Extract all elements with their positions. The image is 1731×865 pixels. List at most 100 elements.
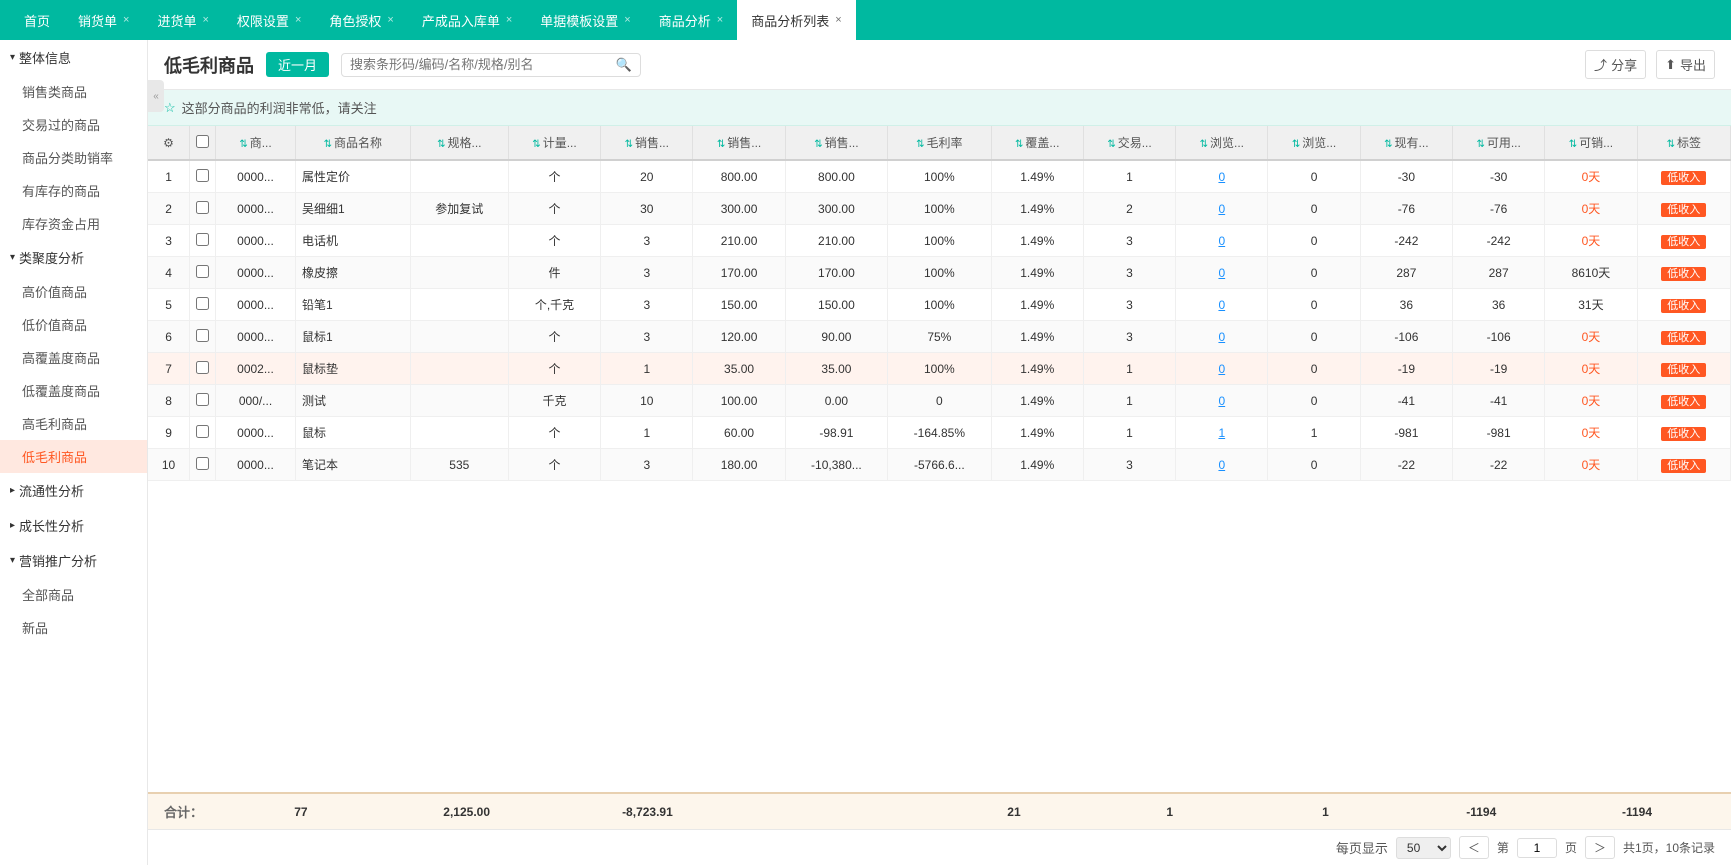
sort-icon[interactable]: ⇅ bbox=[324, 139, 332, 150]
row-checkbox-cell[interactable] bbox=[190, 321, 216, 353]
nav-template[interactable]: 单据模板设置 × bbox=[526, 0, 644, 40]
sidebar-item-inventory-fund[interactable]: 库存资金占用 bbox=[0, 207, 147, 240]
sidebar-item-low-margin[interactable]: 低毛利商品 bbox=[0, 440, 147, 473]
nav-close-icon[interactable]: × bbox=[717, 14, 723, 26]
row-checkbox[interactable] bbox=[196, 361, 209, 374]
nav-permission[interactable]: 权限设置 × bbox=[223, 0, 315, 40]
table-row: 1 0000... 属性定价 个 20 800.00 800.00 100% 1… bbox=[148, 160, 1731, 193]
sort-icon[interactable]: ⇅ bbox=[916, 139, 924, 150]
row-checkbox[interactable] bbox=[196, 233, 209, 246]
search-icon[interactable]: 🔍 bbox=[616, 57, 632, 73]
sidebar-item-high-coverage[interactable]: 高覆盖度商品 bbox=[0, 341, 147, 374]
sort-icon[interactable]: ⇅ bbox=[625, 139, 633, 150]
sort-icon[interactable]: ⇅ bbox=[717, 139, 725, 150]
row-checkbox-cell[interactable] bbox=[190, 385, 216, 417]
sort-icon[interactable]: ⇅ bbox=[1292, 139, 1300, 150]
row-view1[interactable]: 0 bbox=[1176, 321, 1268, 353]
row-view1[interactable]: 1 bbox=[1176, 417, 1268, 449]
row-coverage: 1.49% bbox=[991, 257, 1083, 289]
nav-home[interactable]: 首页 bbox=[10, 0, 64, 40]
date-filter-button[interactable]: 近一月 bbox=[266, 52, 329, 77]
prev-page-button[interactable]: ＜ bbox=[1459, 836, 1489, 859]
per-page-select[interactable]: 50 100 bbox=[1396, 837, 1451, 859]
sort-icon[interactable]: ⇅ bbox=[1015, 139, 1023, 150]
sort-icon[interactable]: ⇅ bbox=[239, 139, 247, 150]
row-view1[interactable]: 0 bbox=[1176, 160, 1268, 193]
nav-close-icon[interactable]: × bbox=[123, 14, 129, 26]
share-button[interactable]: ⤴ 分享 bbox=[1585, 50, 1646, 79]
nav-sales[interactable]: 销货单 × bbox=[64, 0, 143, 40]
sidebar-item-new-products[interactable]: 新品 bbox=[0, 611, 147, 644]
row-checkbox-cell[interactable] bbox=[190, 257, 216, 289]
sort-icon[interactable]: ⇅ bbox=[1107, 139, 1115, 150]
row-view1[interactable]: 0 bbox=[1176, 257, 1268, 289]
sidebar-item-sales-products[interactable]: 销售类商品 bbox=[0, 75, 147, 108]
nav-product-analysis-list[interactable]: 商品分析列表 × bbox=[737, 0, 855, 40]
page-title: 低毛利商品 bbox=[164, 52, 254, 78]
nav-close-icon[interactable]: × bbox=[506, 14, 512, 26]
sidebar-group-circulation[interactable]: ▸ 流通性分析 bbox=[0, 473, 147, 508]
sidebar-item-traded-products[interactable]: 交易过的商品 bbox=[0, 108, 147, 141]
row-checkbox-cell[interactable] bbox=[190, 417, 216, 449]
sidebar-item-low-coverage[interactable]: 低覆盖度商品 bbox=[0, 374, 147, 407]
row-checkbox-cell[interactable] bbox=[190, 160, 216, 193]
select-all-checkbox[interactable] bbox=[196, 135, 209, 148]
row-view1[interactable]: 0 bbox=[1176, 193, 1268, 225]
nav-product-analysis[interactable]: 商品分析 × bbox=[645, 0, 737, 40]
row-checkbox-cell[interactable] bbox=[190, 449, 216, 481]
sort-icon[interactable]: ⇅ bbox=[532, 139, 540, 150]
row-checkbox-cell[interactable] bbox=[190, 353, 216, 385]
sidebar-collapse-button[interactable]: « bbox=[148, 80, 164, 112]
row-checkbox-cell[interactable] bbox=[190, 225, 216, 257]
sidebar-item-all-products[interactable]: 全部商品 bbox=[0, 578, 147, 611]
sidebar-group-marketing[interactable]: ▾ 营销推广分析 bbox=[0, 543, 147, 578]
sidebar-item-low-value[interactable]: 低价值商品 bbox=[0, 308, 147, 341]
checkbox-header[interactable] bbox=[190, 126, 216, 160]
row-view1[interactable]: 0 bbox=[1176, 385, 1268, 417]
next-page-button[interactable]: ＞ bbox=[1585, 836, 1615, 859]
nav-role[interactable]: 角色授权 × bbox=[315, 0, 407, 40]
summary-sale-qty: 77 bbox=[271, 805, 331, 819]
sort-icon[interactable]: ⇅ bbox=[1476, 139, 1484, 150]
nav-close-icon-active[interactable]: × bbox=[835, 14, 841, 26]
row-checkbox[interactable] bbox=[196, 265, 209, 278]
sidebar-item-high-value[interactable]: 高价值商品 bbox=[0, 275, 147, 308]
row-view1[interactable]: 0 bbox=[1176, 449, 1268, 481]
sidebar-item-category-sales-rate[interactable]: 商品分类助销率 bbox=[0, 141, 147, 174]
sidebar-item-in-stock[interactable]: 有库存的商品 bbox=[0, 174, 147, 207]
row-checkbox-cell[interactable] bbox=[190, 193, 216, 225]
export-button[interactable]: ⬆ 导出 bbox=[1656, 50, 1715, 79]
sidebar-group-cluster[interactable]: ▾ 类聚度分析 bbox=[0, 240, 147, 275]
sidebar-item-high-margin[interactable]: 高毛利商品 bbox=[0, 407, 147, 440]
page-input[interactable] bbox=[1517, 838, 1557, 858]
row-current-stock: -19 bbox=[1360, 353, 1452, 385]
sort-icon[interactable]: ⇅ bbox=[1569, 139, 1577, 150]
row-checkbox-cell[interactable] bbox=[190, 289, 216, 321]
row-checkbox[interactable] bbox=[196, 329, 209, 342]
row-view1[interactable]: 0 bbox=[1176, 225, 1268, 257]
nav-close-icon[interactable]: × bbox=[295, 14, 301, 26]
sort-icon[interactable]: ⇅ bbox=[814, 139, 822, 150]
row-checkbox[interactable] bbox=[196, 297, 209, 310]
sort-icon[interactable]: ⇅ bbox=[437, 139, 445, 150]
nav-close-icon[interactable]: × bbox=[202, 14, 208, 26]
row-view1[interactable]: 0 bbox=[1176, 289, 1268, 321]
row-checkbox[interactable] bbox=[196, 201, 209, 214]
sort-icon[interactable]: ⇅ bbox=[1667, 139, 1675, 150]
row-checkbox[interactable] bbox=[196, 457, 209, 470]
sort-icon[interactable]: ⇅ bbox=[1200, 139, 1208, 150]
row-checkbox[interactable] bbox=[196, 169, 209, 182]
nav-purchase[interactable]: 进货单 × bbox=[143, 0, 222, 40]
sidebar-group-growth[interactable]: ▸ 成长性分析 bbox=[0, 508, 147, 543]
nav-product-warehouse[interactable]: 产成品入库单 × bbox=[408, 0, 526, 40]
row-checkbox[interactable] bbox=[196, 393, 209, 406]
nav-close-icon[interactable]: × bbox=[624, 14, 630, 26]
sidebar-group-overall[interactable]: ▾ 整体信息 bbox=[0, 40, 147, 75]
settings-header[interactable]: ⚙ bbox=[148, 126, 190, 160]
sort-icon[interactable]: ⇅ bbox=[1384, 139, 1392, 150]
nav-close-icon[interactable]: × bbox=[387, 14, 393, 26]
row-sale-profit: -98.91 bbox=[785, 417, 887, 449]
search-input[interactable] bbox=[350, 57, 616, 72]
row-checkbox[interactable] bbox=[196, 425, 209, 438]
row-view1[interactable]: 0 bbox=[1176, 353, 1268, 385]
